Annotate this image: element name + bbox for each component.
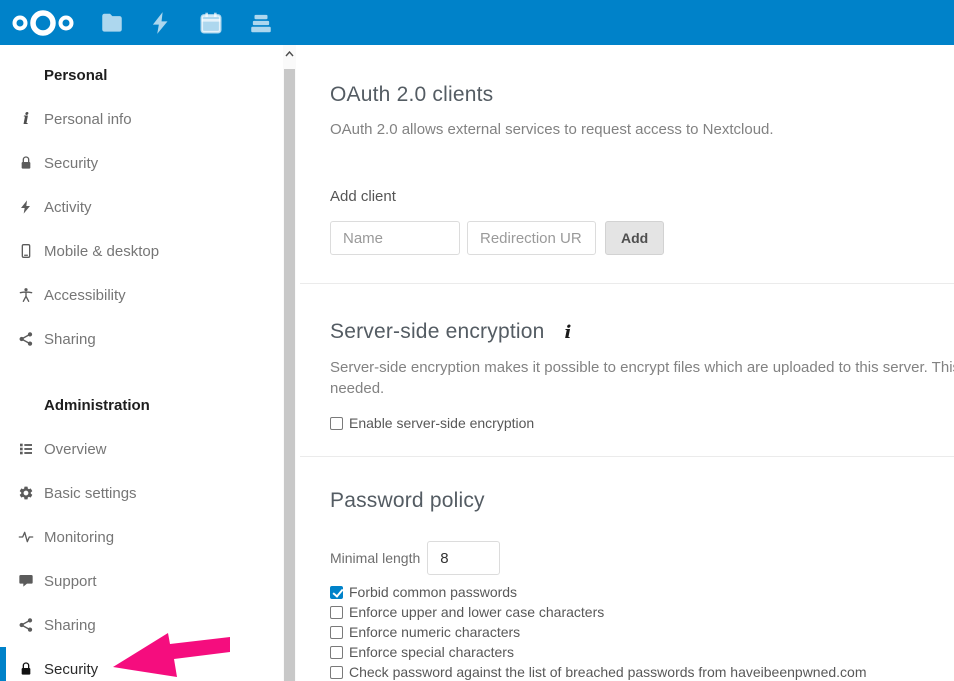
sidebar-item-label: Personal info: [44, 111, 132, 128]
sidebar-item-label: Monitoring: [44, 529, 114, 546]
sidebar-item-personal-info[interactable]: i Personal info: [0, 97, 283, 141]
minimal-length-label: Minimal length: [330, 550, 420, 566]
sidebar-item-label: Sharing: [44, 617, 96, 634]
enforce-numeric-row[interactable]: Enforce numeric characters: [330, 622, 954, 642]
oauth-section-title: OAuth 2.0 clients: [330, 83, 954, 107]
sidebar-item-label: Overview: [44, 441, 107, 458]
scrollbar-thumb[interactable]: [284, 69, 295, 681]
top-header-bar: [0, 0, 954, 45]
enable-encryption-checkbox-row[interactable]: Enable server-side encryption: [330, 413, 954, 433]
sidebar-item-label: Mobile & desktop: [44, 243, 159, 260]
checkbox-label: Forbid common passwords: [349, 584, 517, 600]
checkbox-label: Enforce numeric characters: [349, 624, 520, 640]
minimal-length-input[interactable]: [427, 541, 500, 575]
checkbox-label: Enforce upper and lower case characters: [349, 604, 604, 620]
chat-icon: [18, 573, 34, 589]
sidebar-item-label: Basic settings: [44, 485, 137, 502]
sidebar-item-label: Sharing: [44, 331, 96, 348]
accessibility-icon: [18, 287, 34, 303]
sidebar-spacer: [0, 361, 283, 383]
lock-icon: [18, 155, 34, 171]
sidebar-scrollbar[interactable]: [283, 45, 296, 681]
sidebar-item-label: Security: [44, 661, 98, 678]
encryption-description: Server-side encryption makes it possible…: [330, 357, 954, 399]
add-client-label: Add client: [330, 188, 954, 205]
oauth-section-description: OAuth 2.0 allows external services to re…: [330, 121, 954, 138]
enable-encryption-label: Enable server-side encryption: [349, 415, 534, 431]
sidebar-item-security-personal[interactable]: Security: [0, 141, 283, 185]
calendar-app-button[interactable]: [198, 10, 224, 36]
sidebar-item-accessibility[interactable]: Accessibility: [0, 273, 283, 317]
enforce-upper-lower-row[interactable]: Enforce upper and lower case characters: [330, 602, 954, 622]
encryption-description-line2: needed.: [330, 380, 384, 397]
pulse-icon: [18, 529, 34, 545]
enforce-special-checkbox[interactable]: [330, 646, 343, 659]
sidebar-item-label: Accessibility: [44, 287, 126, 304]
sidebar-item-mobile-desktop[interactable]: Mobile & desktop: [0, 229, 283, 273]
sidebar-item-overview[interactable]: Overview: [0, 427, 283, 471]
share-icon: [18, 617, 34, 633]
deck-app-button[interactable]: [248, 10, 274, 36]
sidebar-item-label: Support: [44, 573, 97, 590]
settings-main-panel: OAuth 2.0 clients OAuth 2.0 allows exter…: [300, 45, 954, 681]
check-breached-passwords-row[interactable]: Check password against the list of breac…: [330, 662, 954, 681]
forbid-common-passwords-checkbox[interactable]: [330, 586, 343, 599]
sidebar-item-monitoring[interactable]: Monitoring: [0, 515, 283, 559]
lock-icon: [18, 661, 34, 677]
scrollbar-up-arrow-icon[interactable]: [283, 45, 296, 63]
sidebar-item-basic-settings[interactable]: Basic settings: [0, 471, 283, 515]
sidebar-item-sharing-admin[interactable]: Sharing: [0, 603, 283, 647]
check-breached-passwords-checkbox[interactable]: [330, 666, 343, 679]
settings-sidebar: Personal i Personal info Security Activi…: [0, 45, 283, 681]
redirection-uri-input[interactable]: [467, 221, 596, 255]
sidebar-item-activity[interactable]: Activity: [0, 185, 283, 229]
files-app-button[interactable]: [99, 10, 125, 36]
server-side-encryption-section: Server-side encryption i Server-side enc…: [300, 284, 954, 457]
encryption-section-title: Server-side encryption: [330, 320, 545, 344]
lightning-icon: [148, 23, 174, 40]
enforce-special-row[interactable]: Enforce special characters: [330, 642, 954, 662]
sidebar-item-sharing-personal[interactable]: Sharing: [0, 317, 283, 361]
info-icon[interactable]: i: [565, 322, 572, 343]
sidebar-item-support[interactable]: Support: [0, 559, 283, 603]
checkbox-label: Enforce special characters: [349, 644, 514, 660]
enforce-upper-lower-checkbox[interactable]: [330, 606, 343, 619]
lightning-icon: [18, 199, 34, 215]
sidebar-section-administration: Administration: [0, 383, 283, 427]
sidebar-item-label: Activity: [44, 199, 92, 216]
activity-app-button[interactable]: [148, 10, 174, 36]
add-client-button[interactable]: Add: [605, 221, 664, 255]
enable-encryption-checkbox[interactable]: [330, 417, 343, 430]
password-policy-section: Password policy Minimal length Forbid co…: [300, 457, 954, 681]
phone-icon: [18, 243, 34, 259]
nextcloud-logo[interactable]: [10, 7, 76, 44]
checkbox-label: Check password against the list of breac…: [349, 664, 867, 680]
gear-icon: [18, 485, 34, 501]
info-icon: i: [18, 111, 34, 127]
sidebar-section-personal: Personal: [0, 53, 283, 97]
list-icon: [18, 441, 34, 457]
share-icon: [18, 331, 34, 347]
enforce-numeric-checkbox[interactable]: [330, 626, 343, 639]
client-name-input[interactable]: [330, 221, 460, 255]
oauth-clients-section: OAuth 2.0 clients OAuth 2.0 allows exter…: [300, 45, 954, 284]
sidebar-item-security-admin[interactable]: Security: [0, 647, 283, 681]
encryption-description-line1: Server-side encryption makes it possible…: [330, 357, 954, 378]
sidebar-item-label: Security: [44, 155, 98, 172]
password-policy-title: Password policy: [330, 489, 954, 513]
calendar-icon: [198, 23, 224, 40]
forbid-common-passwords-row[interactable]: Forbid common passwords: [330, 582, 954, 602]
deck-icon: [248, 23, 274, 40]
folder-icon: [99, 23, 125, 40]
